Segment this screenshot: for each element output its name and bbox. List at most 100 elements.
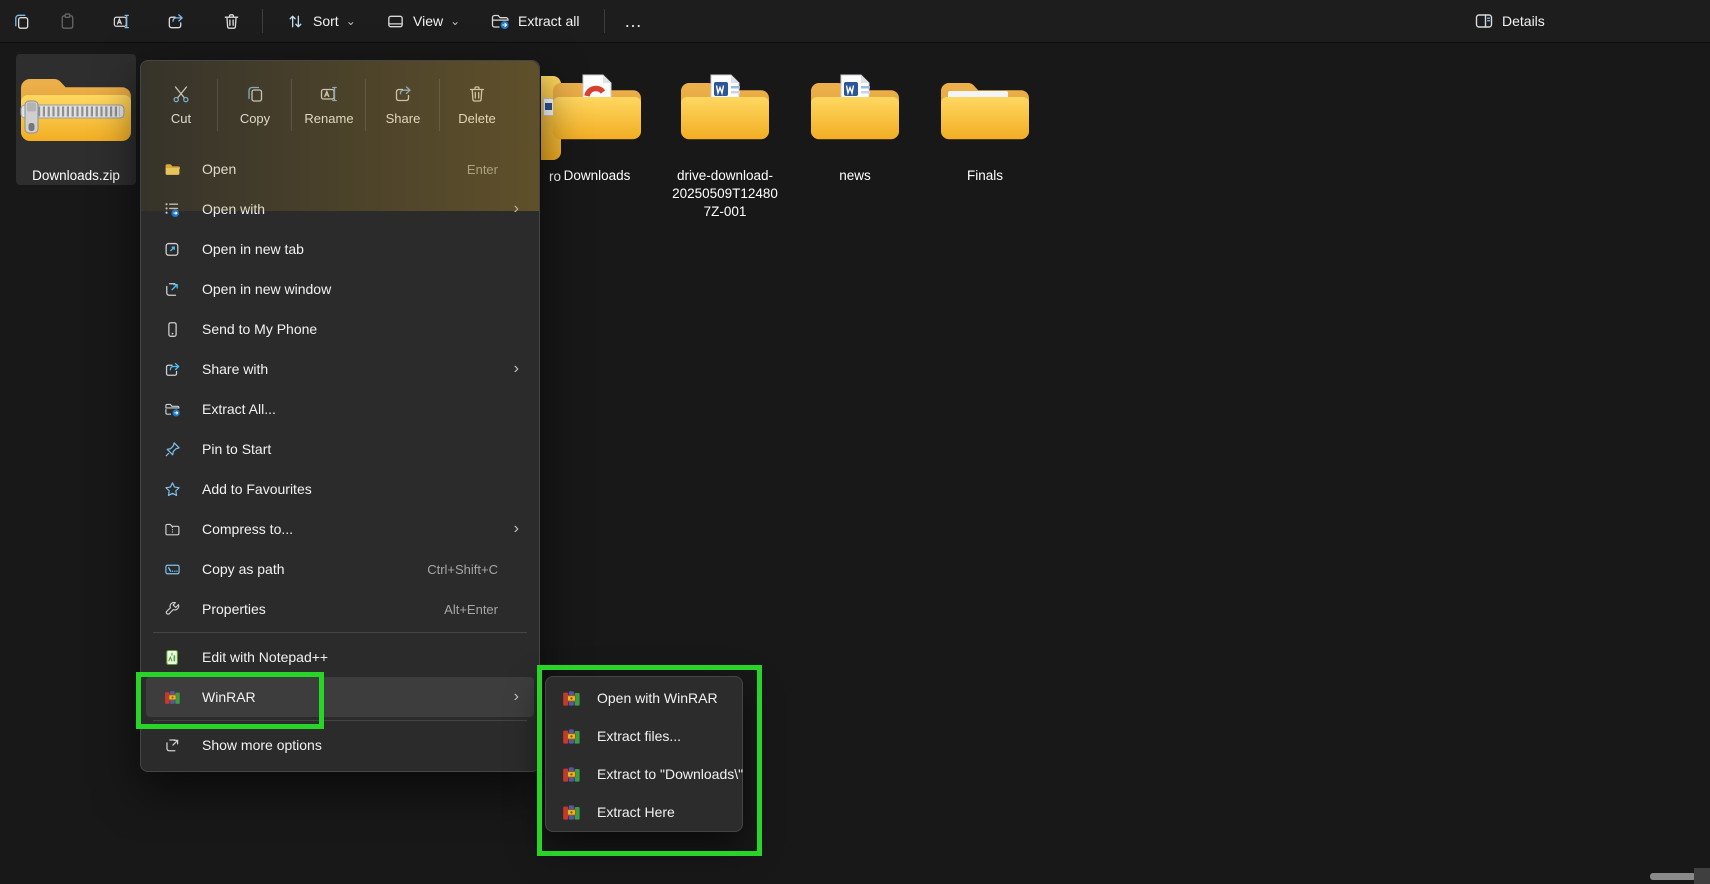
folder-icon [163,160,181,178]
cut-icon [171,84,191,104]
rename-button[interactable]: Rename [292,69,366,141]
chevron-down-icon: ⌄ [450,14,461,28]
folder-word-icon [805,54,905,164]
menu-item-extract-all[interactable]: Extract All... [146,389,534,429]
file-label: drive-download- 20250509T12480 7Z-001 [672,168,778,219]
menu-separator [153,632,527,633]
file-downloads-zip[interactable]: Downloads.zip [16,54,136,185]
shortcut: Enter [466,161,498,177]
menu-item-copy-as-path[interactable]: Copy as path Ctrl+Shift+C [146,549,534,589]
new-tab-icon [163,240,181,258]
submenu-item-extract-here[interactable]: Extract Here [550,793,738,831]
copy-icon [12,12,31,31]
menu-item-share-with[interactable]: Share with › [146,349,534,389]
menu-item-compress-to[interactable]: Compress to... › [146,509,534,549]
sort-label: Sort [313,13,339,29]
menu-item-send-to-my-phone[interactable]: Send to My Phone [146,309,534,349]
file-news[interactable]: news [795,54,915,185]
menu-item-open-in-new-window[interactable]: Open in new window [146,269,534,309]
menu-item-open-in-new-tab[interactable]: Open in new tab [146,229,534,269]
paste-icon [58,12,77,31]
file-label: news [839,168,871,183]
menu-item-open[interactable]: Open Enter [146,149,534,189]
command-toolbar: Sort ⌄ View ⌄ Extract all … Details [0,0,1710,43]
file-finals[interactable]: Finals [925,54,1045,185]
share-button[interactable] [158,5,193,37]
copy-button[interactable]: Copy [218,69,292,141]
view-icon [386,12,405,31]
winrar-icon [561,688,581,708]
rename-icon [319,84,339,104]
new-window-icon [163,280,181,298]
submenu-item-open-with-winrar[interactable]: Open with WinRAR [550,679,738,717]
menu-separator [153,720,527,721]
copy-label: Copy [239,111,271,126]
winrar-icon [561,726,581,746]
trash-icon [467,84,487,104]
menu-item-add-to-favourites[interactable]: Add to Favourites [146,469,534,509]
rename-icon [112,12,131,31]
folder-word-icon [675,54,775,164]
file-label: Downloads.zip [32,168,120,183]
view-label: View [413,13,444,29]
submenu-item-extract-files[interactable]: Extract files... [550,717,738,755]
chevron-down-icon: ⌄ [345,14,356,28]
rename-button[interactable] [104,5,139,37]
winrar-icon [163,688,181,706]
file-label: Downloads [563,168,631,183]
file-explorer-window: Sort ⌄ View ⌄ Extract all … Details Down… [0,0,1710,884]
context-menu-items: Open Enter Open with › Open in new tab O… [141,149,539,765]
winrar-icon [561,802,581,822]
share-label: Share [385,111,421,126]
shortcut: Ctrl+Shift+C [427,561,498,577]
shortcut: Alt+Enter [444,601,498,617]
menu-item-properties[interactable]: Properties Alt+Enter [146,589,534,629]
horizontal-scrollbar-thumb[interactable] [1650,873,1696,880]
copy-as-path-icon [163,560,181,578]
delete-label: Delete [458,111,496,126]
share-icon [393,84,413,104]
menu-item-edit-with-notepadpp[interactable]: Edit with Notepad++ [146,637,534,677]
file-drive-download[interactable]: drive-download- 20250509T12480 7Z-001 [665,54,785,221]
submenu-item-extract-to-downloads[interactable]: Extract to "Downloads\" [550,755,743,793]
menu-item-open-with[interactable]: Open with › [146,189,534,229]
details-label: Details [1502,13,1545,29]
wrench-icon [163,600,181,618]
open-with-icon [163,200,181,218]
chevron-right-icon: › [513,688,519,705]
view-button[interactable]: View ⌄ [378,5,468,37]
menu-item-winrar[interactable]: WinRAR › [146,677,534,717]
sort-button[interactable]: Sort ⌄ [278,5,364,37]
delete-button[interactable] [214,5,249,37]
more-icon: … [624,10,643,31]
sort-arrows-icon [286,12,305,31]
pin-icon [163,440,181,458]
cut-label: Cut [170,111,192,126]
winrar-submenu: Open with WinRAR Extract files... Extrac… [545,676,743,832]
copy-button[interactable] [4,5,39,37]
file-downloads[interactable]: Downloads [537,54,657,185]
delete-button[interactable]: Delete [440,69,514,141]
share-button[interactable]: Share [366,69,440,141]
cut-button[interactable]: Cut [144,69,218,141]
extract-all-label: Extract all [518,13,580,29]
trash-icon [222,12,241,31]
extract-all-icon [163,400,181,418]
extract-all-button[interactable]: Extract all [482,5,587,37]
more-options-button[interactable]: … [616,5,651,37]
scrollbar-corner [1694,868,1710,884]
folder-icon [935,54,1035,164]
chevron-right-icon: › [513,360,519,377]
toolbar-separator [604,9,605,33]
toolbar-separator [262,9,263,33]
share-icon [166,12,185,31]
details-button[interactable]: Details [1466,5,1553,37]
compress-folder-icon [163,520,181,538]
chevron-right-icon: › [513,520,519,537]
file-label: Finals [966,168,1003,183]
paste-button[interactable] [50,5,85,37]
copy-icon [245,84,265,104]
menu-item-show-more-options[interactable]: Show more options [146,725,534,765]
menu-item-pin-to-start[interactable]: Pin to Start [146,429,534,469]
quick-command-row: Cut Copy Rename Share Delete [144,69,514,141]
